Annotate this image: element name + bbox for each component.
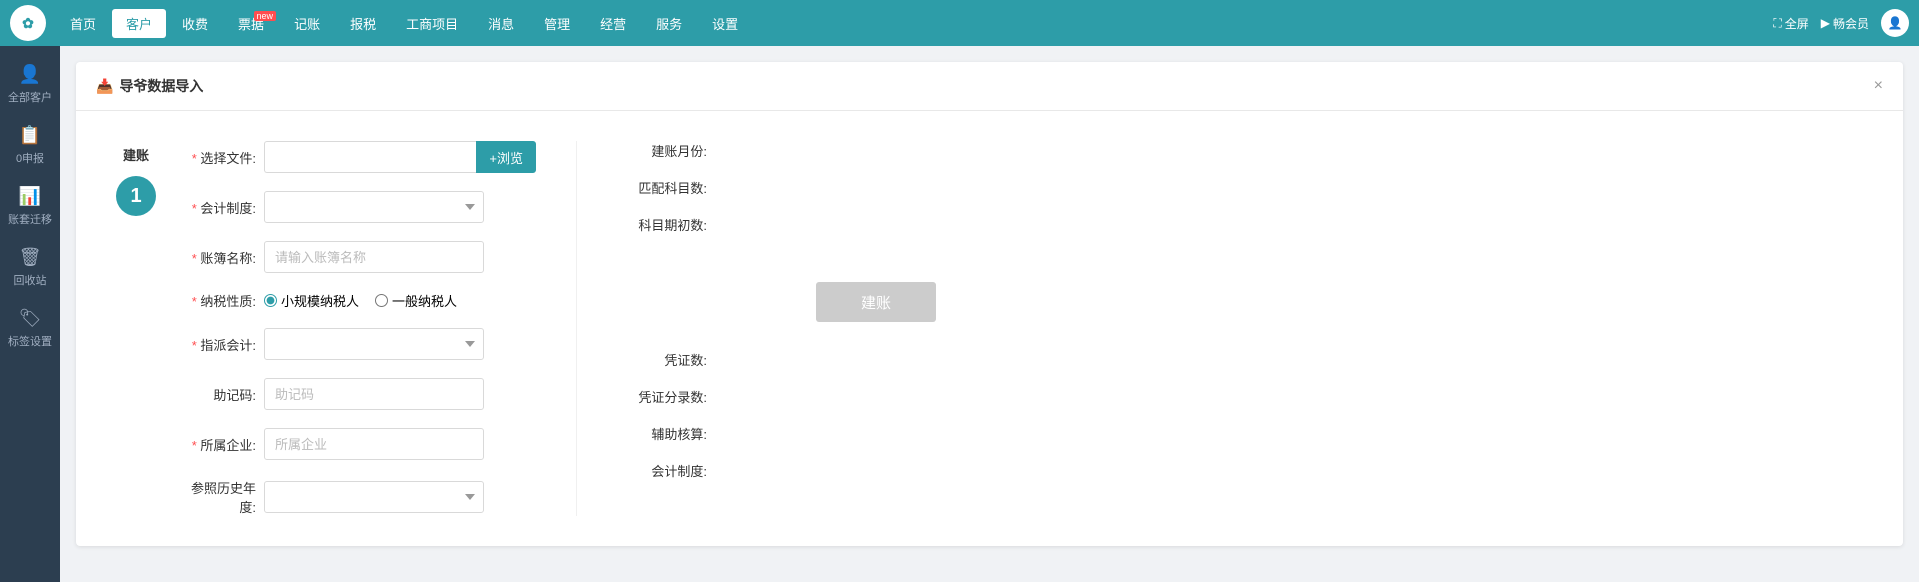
tax-type-radio-group: 小规模纳税人 一般纳税人 (264, 291, 457, 310)
period-initial-row: 科目期初数: (617, 215, 936, 234)
tax-type-row: 纳税性质: 小规模纳税人 一般纳税人 (176, 291, 536, 310)
file-row: 选择文件: +浏览 (176, 141, 536, 173)
nav-item-message[interactable]: 消息 (474, 9, 528, 38)
sidebar-item-migration[interactable]: 📊 账套迁移 (3, 178, 57, 235)
step-circle: 1 (116, 176, 156, 216)
month-row: 建账月份: (617, 141, 936, 160)
assist-code-label: 助记码: (176, 385, 256, 404)
company-row: 所属企业: (176, 428, 536, 460)
fullscreen-button[interactable]: ⛶ 全屏 (1773, 15, 1808, 32)
radio-small-input[interactable] (264, 294, 277, 307)
nav-item-billing[interactable]: 收费 (168, 9, 222, 38)
radio-small-taxpayer[interactable]: 小规模纳税人 (264, 291, 359, 310)
app-logo: ✿ (10, 5, 46, 41)
sidebar-item-recycle[interactable]: 🗑 回收站 (3, 239, 57, 296)
nav-item-business[interactable]: 工商项目 (392, 9, 472, 38)
fullscreen-icon: ⛶ (1773, 16, 1781, 31)
assign-accountant-wrapper (264, 328, 536, 360)
main-layout: 👤 全部客户 📋 0申报 📊 账套迁移 🗑 回收站 🏷 标签设置 📥 导爷 (0, 46, 1919, 582)
voucher-row: 凭证数: (617, 350, 936, 369)
match-subject-row: 匹配科目数: (617, 178, 936, 197)
sidebar: 👤 全部客户 📋 0申报 📊 账套迁移 🗑 回收站 🏷 标签设置 (0, 46, 60, 582)
ledger-name-input[interactable] (264, 241, 484, 273)
nav-item-settings[interactable]: 设置 (698, 9, 752, 38)
accounting-system-row: 会计制度: (176, 191, 536, 223)
company-label: 所属企业: (176, 435, 256, 454)
browse-button[interactable]: +浏览 (476, 141, 536, 173)
accounting-system-select[interactable] (264, 191, 484, 223)
right-accounting-system-row: 会计制度: (617, 461, 936, 480)
nav-item-clients[interactable]: 客户 (112, 9, 166, 38)
right-panel: 建账月份: 匹配科目数: 科目期初数: 建账 (576, 141, 936, 516)
form-body: 建账 1 选择文件: +浏览 (76, 111, 1903, 546)
nav-item-tax[interactable]: 报税 (336, 9, 390, 38)
user-avatar[interactable]: 👤 (1881, 9, 1909, 37)
ref-year-label: 参照历史年度: (176, 478, 256, 516)
migration-icon: 📊 (19, 186, 41, 207)
dialog-header: 📥 导爷数据导入 × (76, 62, 1903, 111)
right-accounting-system-label: 会计制度: (617, 461, 707, 480)
assist-calc-label: 辅助核算: (617, 424, 707, 443)
nav-item-invoice[interactable]: 票据 new (224, 9, 278, 38)
form-left-section: 建账 1 选择文件: +浏览 (116, 141, 536, 516)
logo-icon: ✿ (22, 15, 34, 32)
ledger-name-label: 账簿名称: (176, 248, 256, 267)
dialog-title-icon: 📥 (96, 78, 113, 95)
form-fields: 选择文件: +浏览 会计制度: (176, 141, 536, 516)
sidebar-item-all-clients[interactable]: 👤 全部客户 (3, 56, 57, 113)
sidebar-item-tag-settings[interactable]: 🏷 标签设置 (3, 300, 57, 357)
sidebar-item-declaration[interactable]: 📋 0申报 (3, 117, 57, 174)
radio-general-input[interactable] (375, 294, 388, 307)
match-subject-label: 匹配科目数: (617, 178, 707, 197)
radio-general-taxpayer[interactable]: 一般纳税人 (375, 291, 457, 310)
assist-calc-row: 辅助核算: (617, 424, 936, 443)
accounting-system-label: 会计制度: (176, 198, 256, 217)
nav-item-home[interactable]: 首页 (56, 9, 110, 38)
dialog-title: 📥 导爷数据导入 (96, 76, 203, 96)
declaration-icon: 📋 (19, 125, 41, 146)
ref-year-wrapper (264, 481, 536, 513)
voucher-entries-label: 凭证分录数: (617, 387, 707, 406)
vip-button[interactable]: ▶ 畅会员 (1821, 15, 1869, 32)
nav-items: 首页 客户 收费 票据 new 记账 报税 工商项目 消息 管理 经营 服务 设… (56, 9, 1773, 38)
content-area: 📥 导爷数据导入 × 建账 1 选择文件: (60, 46, 1919, 582)
month-label: 建账月份: (617, 141, 707, 160)
assist-code-row: 助记码: (176, 378, 536, 410)
all-clients-icon: 👤 (19, 64, 41, 85)
tag-settings-icon: 🏷 (19, 308, 42, 329)
nav-item-bookkeeping[interactable]: 记账 (280, 9, 334, 38)
period-initial-label: 科目期初数: (617, 215, 707, 234)
top-navigation: ✿ 首页 客户 收费 票据 new 记账 报税 工商项目 消息 管理 经营 服务… (0, 0, 1919, 46)
avatar-icon: 👤 (1888, 16, 1903, 30)
create-btn-area: 建账 (617, 262, 936, 322)
assign-accountant-label: 指派会计: (176, 335, 256, 354)
assist-code-input[interactable] (264, 378, 484, 410)
assign-accountant-select[interactable] (264, 328, 484, 360)
assign-accountant-row: 指派会计: (176, 328, 536, 360)
ledger-name-row: 账簿名称: (176, 241, 536, 273)
file-input-wrapper: +浏览 (264, 141, 536, 173)
ref-year-select[interactable] (264, 481, 484, 513)
recycle-icon: 🗑 (19, 247, 42, 268)
nav-item-operations[interactable]: 经营 (586, 9, 640, 38)
create-account-button: 建账 (816, 282, 936, 322)
voucher-entries-row: 凭证分录数: (617, 387, 936, 406)
nav-item-manage[interactable]: 管理 (530, 9, 584, 38)
nav-item-service[interactable]: 服务 (642, 9, 696, 38)
vip-icon: ▶ (1821, 16, 1830, 30)
file-label: 选择文件: (176, 148, 256, 167)
tax-type-label: 纳税性质: (176, 291, 256, 310)
accounting-system-wrapper (264, 191, 536, 223)
nav-right: ⛶ 全屏 ▶ 畅会员 👤 (1773, 9, 1909, 37)
right-fields: 建账月份: 匹配科目数: 科目期初数: 建账 (617, 141, 936, 480)
voucher-label: 凭证数: (617, 350, 707, 369)
ref-year-row: 参照历史年度: (176, 478, 536, 516)
step-label-text: 建账 (123, 145, 149, 164)
new-badge: new (254, 11, 277, 21)
company-input[interactable] (264, 428, 484, 460)
file-input[interactable] (264, 141, 476, 173)
dialog-card: 📥 导爷数据导入 × 建账 1 选择文件: (76, 62, 1903, 546)
dialog-close-button[interactable]: × (1874, 77, 1883, 95)
